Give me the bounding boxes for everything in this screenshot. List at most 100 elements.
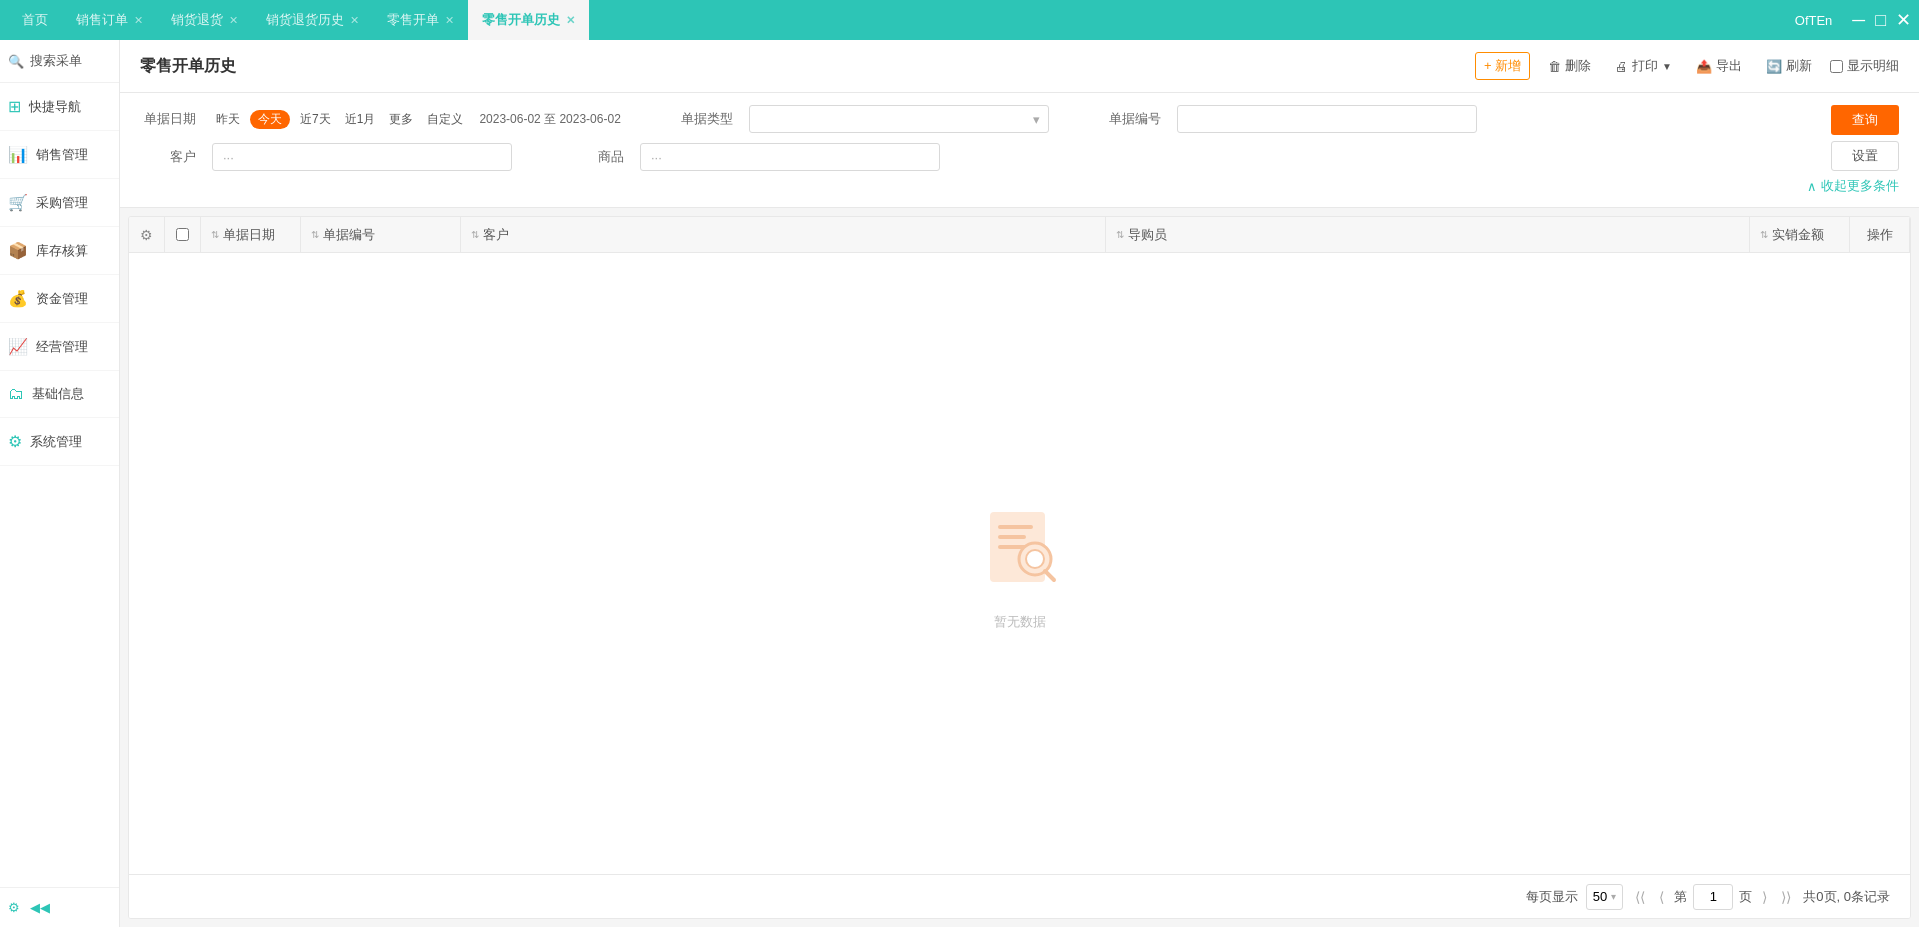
operation-icon: 📈	[8, 337, 28, 356]
empty-state: 暂无数据	[129, 253, 1910, 874]
page-first-button[interactable]: ⟨⟨	[1631, 887, 1649, 907]
print-icon: 🖨	[1615, 59, 1628, 74]
sidebar-item-sys-mgmt[interactable]: ⚙ 系统管理	[0, 418, 119, 466]
sort-amount-icon[interactable]: ⇅	[1760, 229, 1768, 240]
tab-close-sales-order[interactable]: ✕	[134, 14, 143, 27]
product-label: 商品	[568, 148, 624, 166]
print-dropdown-icon: ▼	[1662, 61, 1672, 72]
date-opt-yesterday[interactable]: 昨天	[212, 109, 244, 130]
select-all-checkbox[interactable]	[176, 228, 189, 241]
date-opt-last7[interactable]: 近7天	[296, 109, 335, 130]
date-range-display: 2023-06-02 至 2023-06-02	[479, 111, 620, 128]
sidebar-item-quick-nav[interactable]: ⊞ 快捷导航	[0, 83, 119, 131]
table-container: ⚙ ⇅ 单据日期 ⇅ 单据编号 ⇅ 客户 ⇅ 导购员	[128, 216, 1911, 919]
content-area: 零售开单历史 + 新增 🗑 删除 🖨 打印 ▼ 📤 导出	[120, 40, 1919, 927]
tab-sales-return[interactable]: 销货退货 ✕	[157, 0, 252, 40]
product-select[interactable]: ···	[640, 143, 940, 171]
window-minimize[interactable]: ─	[1852, 10, 1865, 31]
query-button[interactable]: 查询	[1831, 105, 1899, 135]
tab-sales-return-history[interactable]: 销货退货历史 ✕	[252, 0, 373, 40]
page-title: 零售开单历史	[140, 56, 236, 77]
page-next-button[interactable]: ⟩	[1758, 887, 1771, 907]
settings-icon[interactable]: ⚙	[8, 900, 20, 915]
per-page-select[interactable]: 50 ▾	[1586, 884, 1623, 910]
tab-retail-history[interactable]: 零售开单历史 ✕	[468, 0, 589, 40]
sidebar-item-operation[interactable]: 📈 经营管理	[0, 323, 119, 371]
show-detail-checkbox[interactable]: 显示明细	[1830, 57, 1899, 75]
date-label: 单据日期	[140, 110, 196, 128]
svg-rect-2	[998, 535, 1026, 539]
table-settings-icon[interactable]: ⚙	[129, 217, 165, 252]
svg-line-6	[1045, 571, 1054, 580]
collapse-filter-button[interactable]: ∧ 收起更多条件	[1807, 177, 1899, 195]
window-close[interactable]: ✕	[1896, 9, 1911, 31]
export-button[interactable]: 📤 导出	[1690, 53, 1748, 79]
date-opt-custom[interactable]: 自定义	[423, 109, 467, 130]
refresh-icon: 🔄	[1766, 59, 1782, 74]
date-opt-today[interactable]: 今天	[250, 110, 290, 129]
per-page-label: 每页显示	[1526, 888, 1578, 906]
app-title: OfTEn	[1795, 13, 1833, 28]
th-date[interactable]: ⇅ 单据日期	[201, 217, 301, 252]
tab-close-sales-return[interactable]: ✕	[229, 14, 238, 27]
date-opt-more[interactable]: 更多	[385, 109, 417, 130]
tab-close-retail-history[interactable]: ✕	[566, 14, 575, 27]
th-customer[interactable]: ⇅ 客户	[461, 217, 1106, 252]
date-opt-last-month[interactable]: 近1月	[341, 109, 380, 130]
page-number-input[interactable]: 1	[1693, 884, 1733, 910]
sidebar-search[interactable]: 🔍 搜索采单	[0, 40, 119, 83]
doc-no-input[interactable]	[1177, 105, 1477, 133]
per-page-chevron-icon: ▾	[1611, 891, 1616, 902]
tab-home[interactable]: 首页	[8, 0, 62, 40]
sidebar-item-basic-info[interactable]: 🗂 基础信息	[0, 371, 119, 418]
table-select-all[interactable]	[165, 217, 201, 252]
window-controls: OfTEn ─ □ ✕	[1795, 9, 1911, 31]
th-amount[interactable]: ⇅ 实销金额	[1750, 217, 1850, 252]
th-op: 操作	[1850, 217, 1910, 252]
doc-type-select[interactable]: ▾	[749, 105, 1049, 133]
sort-customer-icon[interactable]: ⇅	[471, 229, 479, 240]
th-guide[interactable]: ⇅ 导购员	[1106, 217, 1751, 252]
sidebar-item-inventory[interactable]: 📦 库存核算	[0, 227, 119, 275]
th-sn[interactable]: ⇅ 单据编号	[301, 217, 461, 252]
sort-sn-icon[interactable]: ⇅	[311, 229, 319, 240]
collapse-icon: ∧	[1807, 179, 1817, 194]
sidebar-bottom: ⚙ ◀◀	[0, 887, 119, 927]
sales-mgmt-icon: 📊	[8, 145, 28, 164]
page-nav: ⟨⟨ ⟨ 第 1 页 ⟩ ⟩⟩	[1631, 884, 1795, 910]
customer-select[interactable]: ···	[212, 143, 512, 171]
tab-close-sales-return-history[interactable]: ✕	[350, 14, 359, 27]
tab-close-retail-open[interactable]: ✕	[445, 14, 454, 27]
sort-guide-icon[interactable]: ⇅	[1116, 229, 1124, 240]
finance-icon: 💰	[8, 289, 28, 308]
show-detail-input[interactable]	[1830, 60, 1843, 73]
chevron-down-icon: ▾	[1033, 112, 1040, 127]
sort-date-icon[interactable]: ⇅	[211, 229, 219, 240]
set-button[interactable]: 设置	[1831, 141, 1899, 171]
page-total: 共0页, 0条记录	[1803, 888, 1890, 906]
svg-point-5	[1026, 550, 1044, 568]
print-button[interactable]: 🖨 打印 ▼	[1609, 53, 1678, 79]
export-icon: 📤	[1696, 59, 1712, 74]
tab-bar: 首页 销售订单 ✕ 销货退货 ✕ 销货退货历史 ✕ 零售开单 ✕ 零售开单历史 …	[0, 0, 1919, 40]
collapse-sidebar-icon[interactable]: ◀◀	[30, 900, 50, 915]
tab-retail-open[interactable]: 零售开单 ✕	[373, 0, 468, 40]
basic-info-icon: 🗂	[8, 385, 24, 403]
sidebar: 🔍 搜索采单 ⊞ 快捷导航 📊 销售管理 🛒 采购管理 📦 库存核算 💰 资金管…	[0, 40, 120, 927]
page-header: 零售开单历史 + 新增 🗑 删除 🖨 打印 ▼ 📤 导出	[120, 40, 1919, 93]
tab-sales-order[interactable]: 销售订单 ✕	[62, 0, 157, 40]
sidebar-item-purchase-mgmt[interactable]: 🛒 采购管理	[0, 179, 119, 227]
table-header: ⚙ ⇅ 单据日期 ⇅ 单据编号 ⇅ 客户 ⇅ 导购员	[129, 217, 1910, 253]
refresh-button[interactable]: 🔄 刷新	[1760, 53, 1818, 79]
pagination: 每页显示 50 ▾ ⟨⟨ ⟨ 第 1 页 ⟩ ⟩⟩ 共0页, 0条记录	[129, 874, 1910, 918]
page-prev-button[interactable]: ⟨	[1655, 887, 1668, 907]
window-maximize[interactable]: □	[1875, 10, 1886, 31]
page-last-button[interactable]: ⟩⟩	[1777, 887, 1795, 907]
sidebar-item-sales-mgmt[interactable]: 📊 销售管理	[0, 131, 119, 179]
inventory-icon: 📦	[8, 241, 28, 260]
sidebar-item-finance[interactable]: 💰 资金管理	[0, 275, 119, 323]
customer-label: 客户	[140, 148, 196, 166]
delete-button[interactable]: 🗑 删除	[1542, 53, 1597, 79]
new-button[interactable]: + 新增	[1475, 52, 1530, 80]
svg-rect-1	[998, 525, 1033, 529]
